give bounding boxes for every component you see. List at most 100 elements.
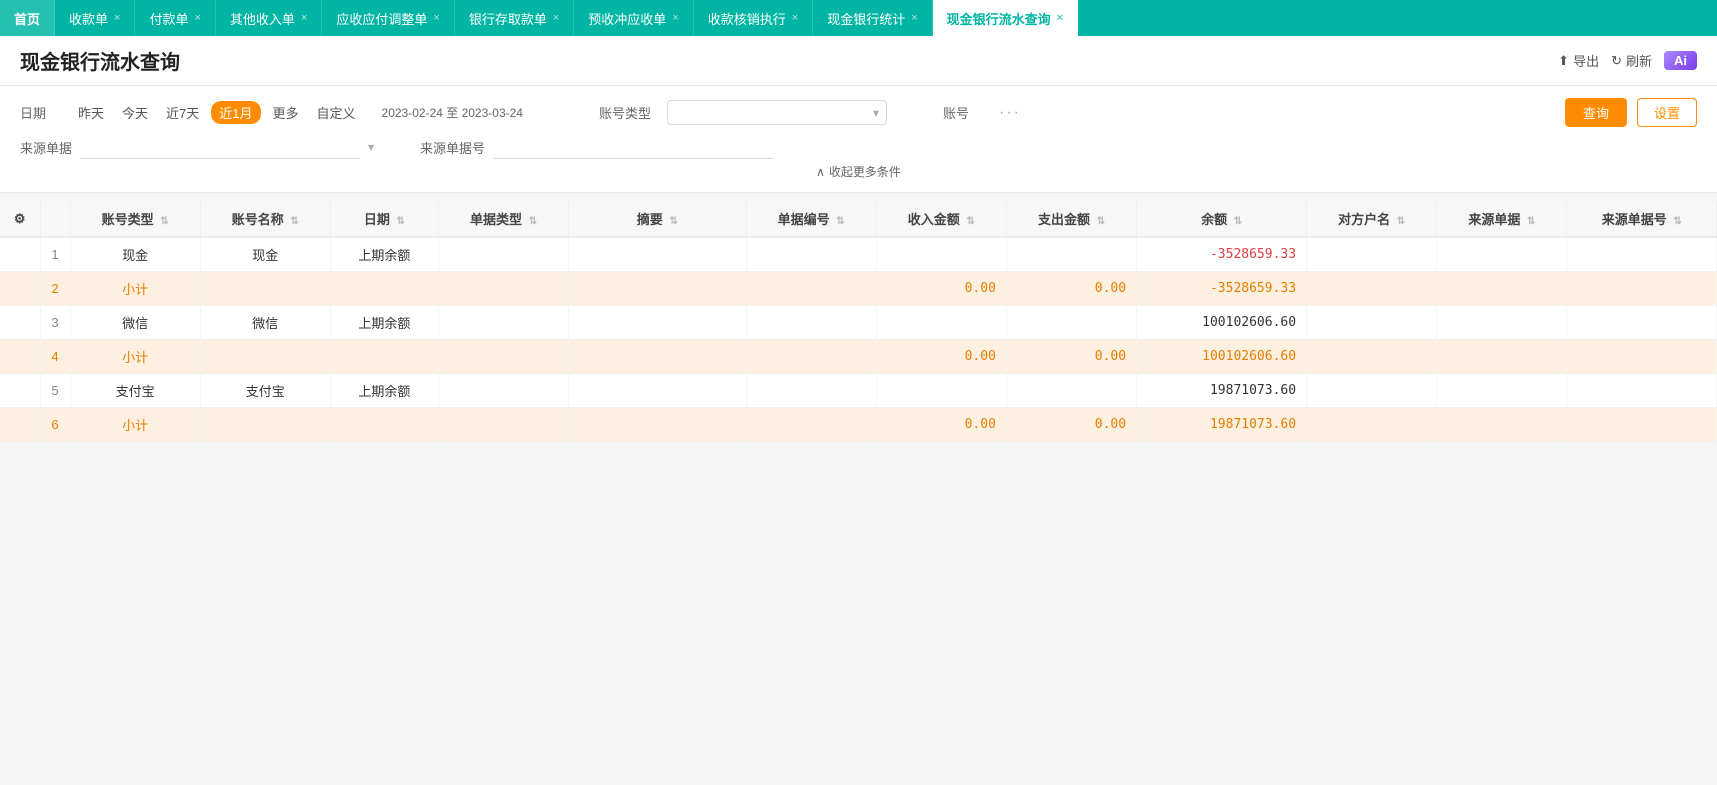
account-label: 账号 xyxy=(943,103,979,122)
header-actions: ⬆ 导出 ↻ 刷新 Ai xyxy=(1558,51,1697,70)
row-doc-type xyxy=(438,408,568,442)
source-doc-number-wrapper: 来源单据号 xyxy=(420,135,1697,159)
source-doc-select[interactable] xyxy=(80,135,360,159)
nav-home[interactable]: 首页 xyxy=(0,0,55,36)
yesterday-btn[interactable]: 昨天 xyxy=(72,101,110,124)
account-name-col-header[interactable]: 账号名称 ⇅ xyxy=(200,201,330,237)
nav-other-income-close[interactable]: × xyxy=(301,12,307,24)
date-sort-icon: ⇅ xyxy=(396,216,404,227)
row-date xyxy=(330,340,438,374)
nav-cash-flow-close[interactable]: × xyxy=(1057,12,1063,24)
account-type-select-wrapper: 现金 微信 支付宝 xyxy=(667,100,887,125)
table-area: ⚙ 账号类型 ⇅ 账号名称 ⇅ 日期 ⇅ 单据类型 ⇅ xyxy=(0,201,1717,442)
row-num-cell: 1 xyxy=(40,237,70,272)
collapse-bar[interactable]: ∧ 收起更多条件 xyxy=(20,159,1697,184)
row-doc-number xyxy=(746,340,876,374)
nav-receipt-close[interactable]: × xyxy=(114,12,120,24)
row-doc-number xyxy=(746,408,876,442)
counterpart-col-header[interactable]: 对方户名 ⇅ xyxy=(1307,201,1437,237)
row-doc-type xyxy=(438,374,568,408)
nav-bank-deposit-close[interactable]: × xyxy=(553,12,559,24)
nav-writeoff-label: 收款核销执行 xyxy=(708,9,786,28)
nav-bank-deposit[interactable]: 银行存取款单 × xyxy=(455,0,574,36)
query-button[interactable]: 查询 xyxy=(1565,98,1627,127)
nav-payment-close[interactable]: × xyxy=(194,12,200,24)
nav-receipt[interactable]: 收款单 × xyxy=(55,0,135,36)
summary-col-header[interactable]: 摘要 ⇅ xyxy=(569,201,746,237)
row-source-doc-num xyxy=(1567,374,1717,408)
row-settings-cell xyxy=(0,340,40,374)
row-balance: 100102606.60 xyxy=(1137,306,1307,340)
near1m-btn[interactable]: 近1月 xyxy=(211,101,260,124)
row-income xyxy=(876,237,1006,272)
row-account-name xyxy=(200,272,330,306)
row-expense xyxy=(1006,306,1136,340)
account-type-col-label: 账号类型 xyxy=(102,212,154,227)
nav-ar-ap-adjust[interactable]: 应收应付调整单 × xyxy=(322,0,454,36)
date-col-label: 日期 xyxy=(364,212,390,227)
row-expense: 0.00 xyxy=(1006,340,1136,374)
row-counterpart xyxy=(1307,408,1437,442)
date-filter-label: 日期 xyxy=(20,103,56,122)
account-dots-button[interactable]: ··· xyxy=(995,104,1025,122)
settings-button[interactable]: 设置 xyxy=(1637,98,1697,127)
row-source-doc-num xyxy=(1567,340,1717,374)
settings-col-header[interactable]: ⚙ xyxy=(0,201,40,237)
row-source-doc xyxy=(1437,408,1567,442)
nav-other-income[interactable]: 其他收入单 × xyxy=(216,0,322,36)
row-income xyxy=(876,374,1006,408)
nav-cash-stat[interactable]: 现金银行统计 × xyxy=(813,0,932,36)
income-col-header[interactable]: 收入金额 ⇅ xyxy=(876,201,1006,237)
row-doc-number xyxy=(746,237,876,272)
row-doc-number xyxy=(746,306,876,340)
row-summary xyxy=(569,306,746,340)
ai-badge[interactable]: Ai xyxy=(1664,51,1697,70)
export-button[interactable]: ⬆ 导出 xyxy=(1558,51,1599,70)
near7-btn[interactable]: 近7天 xyxy=(160,101,205,124)
nav-prepaid[interactable]: 预收冲应收单 × xyxy=(574,0,693,36)
nav-writeoff-close[interactable]: × xyxy=(792,12,798,24)
row-summary xyxy=(569,374,746,408)
nav-payment-label: 付款单 xyxy=(149,9,188,28)
nav-writeoff[interactable]: 收款核销执行 × xyxy=(694,0,813,36)
table-row: 2 小计 0.00 0.00 -3528659.33 xyxy=(0,272,1717,306)
source-doc-col-header[interactable]: 来源单据 ⇅ xyxy=(1437,201,1567,237)
row-counterpart xyxy=(1307,306,1437,340)
more-btn[interactable]: 更多 xyxy=(267,101,305,124)
source-doc-number-input[interactable] xyxy=(493,135,773,159)
refresh-button[interactable]: ↻ 刷新 xyxy=(1611,51,1652,70)
row-date: 上期余额 xyxy=(330,374,438,408)
nav-cash-stat-close[interactable]: × xyxy=(911,12,917,24)
doc-type-col-label: 单据类型 xyxy=(470,212,522,227)
nav-prepaid-label: 预收冲应收单 xyxy=(588,9,666,28)
doc-number-col-header[interactable]: 单据编号 ⇅ xyxy=(746,201,876,237)
date-col-header[interactable]: 日期 ⇅ xyxy=(330,201,438,237)
income-col-label: 收入金额 xyxy=(908,212,960,227)
nav-ar-ap-close[interactable]: × xyxy=(433,12,439,24)
doc-number-sort-icon: ⇅ xyxy=(836,216,844,227)
account-type-select[interactable]: 现金 微信 支付宝 xyxy=(667,100,887,125)
row-settings-cell xyxy=(0,306,40,340)
expense-col-header[interactable]: 支出金额 ⇅ xyxy=(1006,201,1136,237)
source-doc-col-label: 来源单据 xyxy=(1468,212,1520,227)
row-date: 上期余额 xyxy=(330,237,438,272)
source-doc-num-col-header[interactable]: 来源单据号 ⇅ xyxy=(1567,201,1717,237)
row-doc-number xyxy=(746,272,876,306)
row-date xyxy=(330,272,438,306)
row-expense xyxy=(1006,237,1136,272)
today-btn[interactable]: 今天 xyxy=(116,101,154,124)
row-date: 上期余额 xyxy=(330,306,438,340)
row-source-doc-num xyxy=(1567,306,1717,340)
row-account-type: 小计 xyxy=(70,340,200,374)
balance-col-header[interactable]: 余额 ⇅ xyxy=(1137,201,1307,237)
row-income xyxy=(876,306,1006,340)
nav-prepaid-close[interactable]: × xyxy=(672,12,678,24)
nav-receipt-label: 收款单 xyxy=(69,9,108,28)
row-account-type: 小计 xyxy=(70,408,200,442)
row-num-cell: 6 xyxy=(40,408,70,442)
nav-payment[interactable]: 付款单 × xyxy=(135,0,215,36)
account-type-col-header[interactable]: 账号类型 ⇅ xyxy=(70,201,200,237)
nav-cash-flow[interactable]: 现金银行流水查询 × xyxy=(933,0,1078,36)
doc-type-col-header[interactable]: 单据类型 ⇅ xyxy=(438,201,568,237)
custom-btn[interactable]: 自定义 xyxy=(311,101,362,124)
